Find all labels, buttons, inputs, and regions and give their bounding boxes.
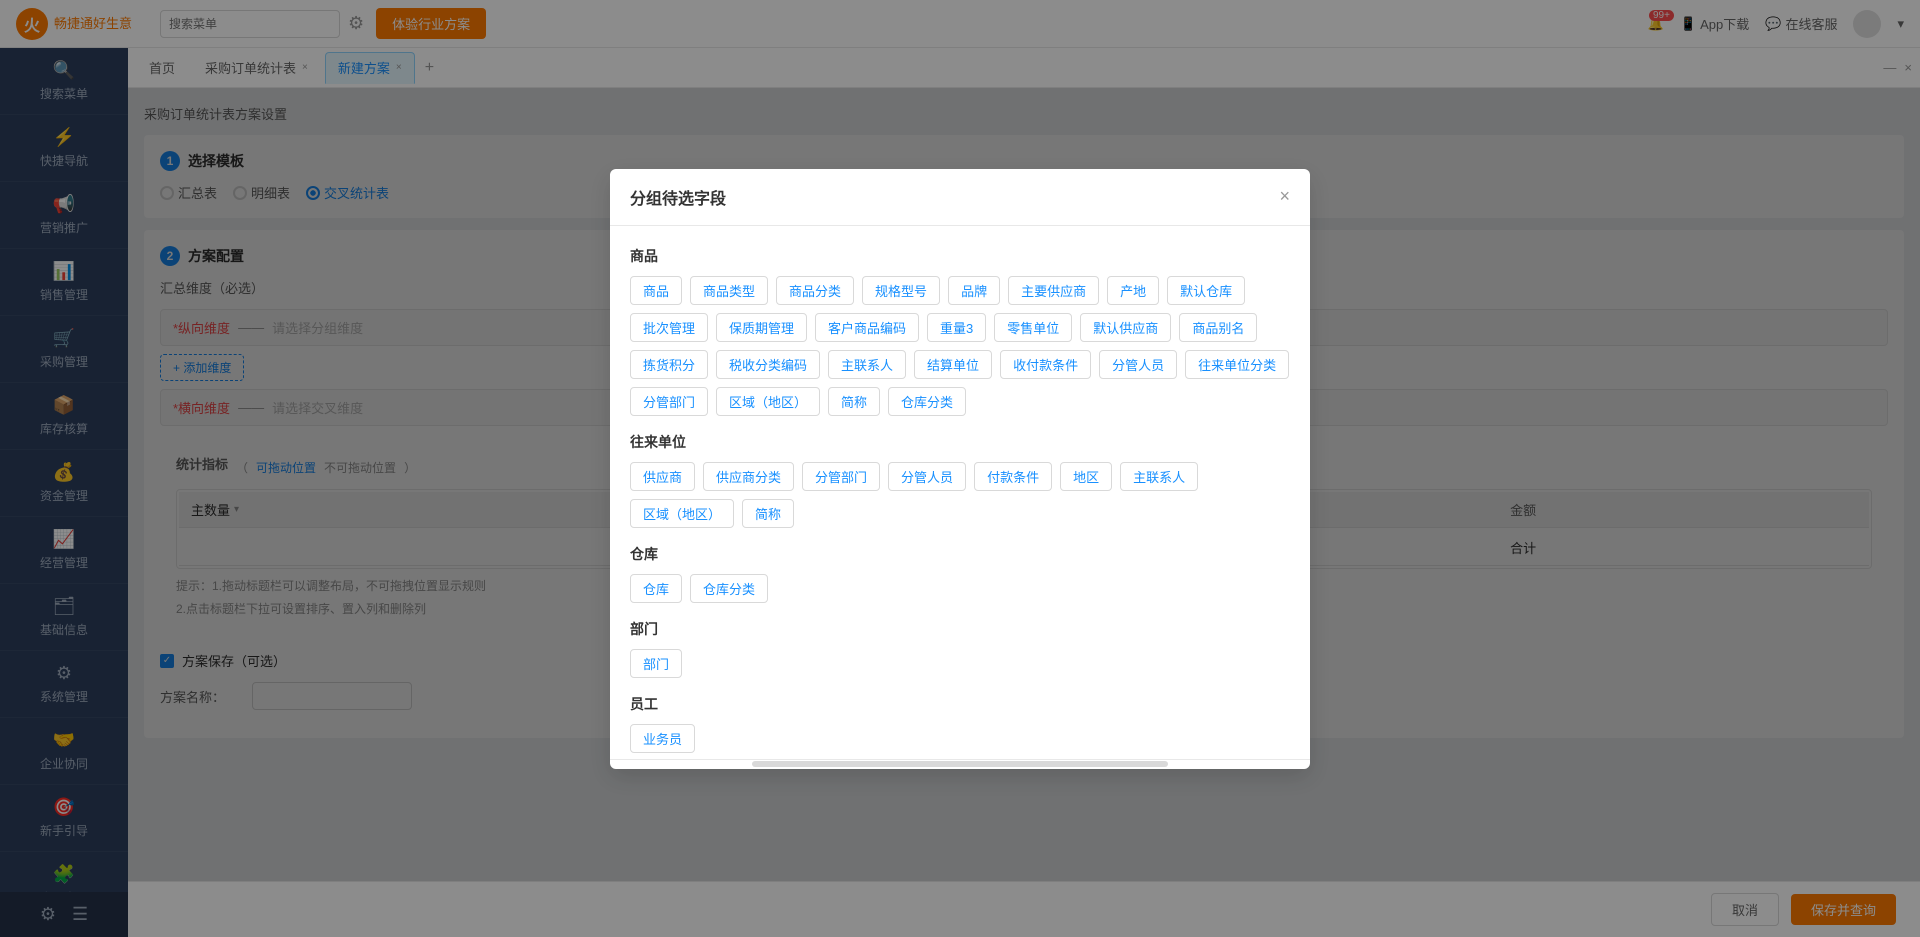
field-chip-region[interactable]: 区域（地区） — [716, 387, 820, 416]
field-chip-weight[interactable]: 重量3 — [927, 313, 986, 342]
modal-title: 分组待选字段 — [630, 185, 726, 209]
field-chip-partner-category[interactable]: 往来单位分类 — [1185, 350, 1289, 379]
field-chip-partner-manager[interactable]: 分管人员 — [888, 462, 966, 491]
field-chip-manager[interactable]: 分管人员 — [1099, 350, 1177, 379]
field-chip-partner-dept[interactable]: 分管部门 — [802, 462, 880, 491]
field-chip-alias[interactable]: 商品别名 — [1179, 313, 1257, 342]
modal-overlay[interactable]: 分组待选字段 × 商品 商品 商品类型 商品分类 规格型号 品牌 主要供应商 产… — [0, 0, 1920, 937]
field-chip-short-name[interactable]: 简称 — [828, 387, 880, 416]
section-title-dept: 部门 — [630, 619, 1290, 639]
field-chip-warehouse-cat[interactable]: 仓库分类 — [888, 387, 966, 416]
field-chip-payment-cond[interactable]: 付款条件 — [974, 462, 1052, 491]
modal-header: 分组待选字段 × — [610, 169, 1310, 226]
field-select-modal: 分组待选字段 × 商品 商品 商品类型 商品分类 规格型号 品牌 主要供应商 产… — [610, 169, 1310, 769]
field-grid-goods: 商品 商品类型 商品分类 规格型号 品牌 主要供应商 产地 默认仓库 批次管理 … — [630, 276, 1290, 416]
field-chip-goods[interactable]: 商品 — [630, 276, 682, 305]
modal-close-button[interactable]: × — [1279, 186, 1290, 207]
field-chip-supplier[interactable]: 供应商 — [630, 462, 695, 491]
field-grid-partner: 供应商 供应商分类 分管部门 分管人员 付款条件 地区 主联系人 区域（地区） … — [630, 462, 1290, 528]
field-chip-payment-terms[interactable]: 收付款条件 — [1000, 350, 1091, 379]
modal-body: 商品 商品 商品类型 商品分类 规格型号 品牌 主要供应商 产地 默认仓库 批次… — [610, 226, 1310, 759]
field-chip-spec-model[interactable]: 规格型号 — [862, 276, 940, 305]
field-chip-shelf-life[interactable]: 保质期管理 — [716, 313, 807, 342]
field-chip-origin[interactable]: 产地 — [1107, 276, 1159, 305]
field-grid-staff: 业务员 — [630, 724, 1290, 753]
field-chip-salesperson[interactable]: 业务员 — [630, 724, 695, 753]
field-grid-dept: 部门 — [630, 649, 1290, 678]
hscroll-thumb — [752, 761, 1167, 767]
field-chip-main-supplier[interactable]: 主要供应商 — [1008, 276, 1099, 305]
field-chip-retail-unit[interactable]: 零售单位 — [994, 313, 1072, 342]
field-chip-settlement-unit[interactable]: 结算单位 — [914, 350, 992, 379]
field-chip-main-contact[interactable]: 主联系人 — [828, 350, 906, 379]
field-chip-batch[interactable]: 批次管理 — [630, 313, 708, 342]
field-chip-supplier-category[interactable]: 供应商分类 — [703, 462, 794, 491]
section-title-goods: 商品 — [630, 246, 1290, 266]
section-title-staff: 员工 — [630, 694, 1290, 714]
field-chip-warehouse[interactable]: 仓库 — [630, 574, 682, 603]
field-chip-dept[interactable]: 分管部门 — [630, 387, 708, 416]
field-chip-short-name2[interactable]: 简称 — [742, 499, 794, 528]
field-chip-customer-code[interactable]: 客户商品编码 — [815, 313, 919, 342]
field-chip-pick-points[interactable]: 拣货积分 — [630, 350, 708, 379]
field-chip-goods-type[interactable]: 商品类型 — [690, 276, 768, 305]
field-chip-brand[interactable]: 品牌 — [948, 276, 1000, 305]
field-chip-main-contact2[interactable]: 主联系人 — [1120, 462, 1198, 491]
section-title-warehouse: 仓库 — [630, 544, 1290, 564]
field-chip-default-warehouse[interactable]: 默认仓库 — [1167, 276, 1245, 305]
section-title-partner: 往来单位 — [630, 432, 1290, 452]
field-chip-area[interactable]: 地区 — [1060, 462, 1112, 491]
field-chip-goods-category[interactable]: 商品分类 — [776, 276, 854, 305]
field-chip-tax-code[interactable]: 税收分类编码 — [716, 350, 820, 379]
field-chip-default-supplier[interactable]: 默认供应商 — [1080, 313, 1171, 342]
field-chip-department[interactable]: 部门 — [630, 649, 682, 678]
field-chip-region2[interactable]: 区域（地区） — [630, 499, 734, 528]
field-grid-warehouse: 仓库 仓库分类 — [630, 574, 1290, 603]
modal-hscroll[interactable] — [610, 759, 1310, 769]
field-chip-warehouse-category[interactable]: 仓库分类 — [690, 574, 768, 603]
